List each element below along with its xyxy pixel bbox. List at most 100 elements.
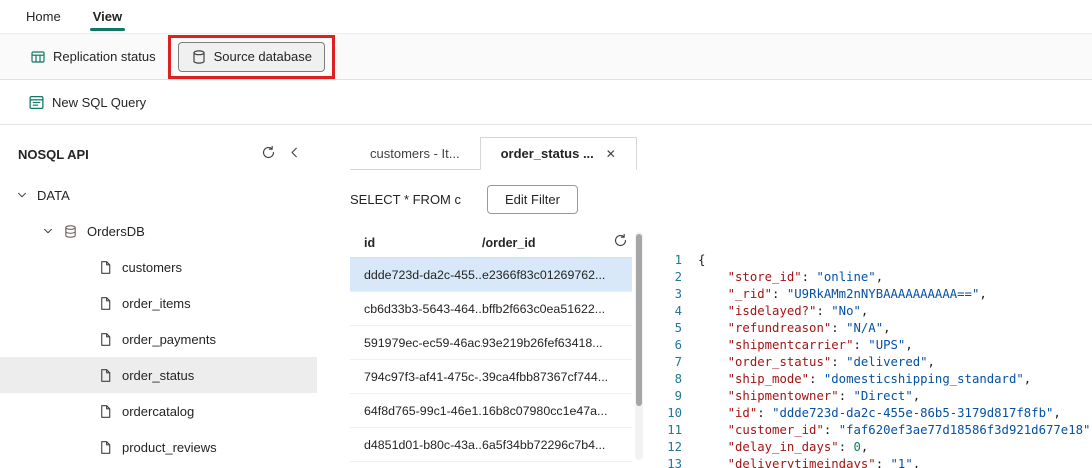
database-icon (63, 224, 78, 239)
cell-id: d4851d01-b80c-43a... (364, 437, 482, 452)
editor-line: 9 "shipmentowner": "Direct", (662, 388, 1092, 405)
table-row[interactable]: d4851d01-b80c-43a... 6a5f34bb72296c7b4... (350, 428, 632, 462)
sidebar-item-order-items[interactable]: order_items (0, 285, 317, 321)
table-row[interactable]: ddde723d-da2c-455... e2366f83c01269762... (350, 258, 632, 292)
chevron-left-icon (288, 146, 301, 162)
chevron-down-icon[interactable] (16, 189, 28, 201)
table-row[interactable]: 64f8d765-99c1-46e1... 16b8c07980cc1e47a..… (350, 394, 632, 428)
tab-order-status[interactable]: order_status ... ✕ (479, 137, 637, 170)
tree-item-label: order_items (122, 295, 191, 311)
sidebar-item-customers[interactable]: customers (0, 249, 317, 285)
sidebar-item-product-reviews[interactable]: product_reviews (0, 429, 317, 465)
line-number: 3 (674, 287, 682, 301)
sidebar-item-ordersdb[interactable]: OrdersDB (0, 213, 317, 249)
sidebar-collapse-button[interactable] (286, 144, 303, 164)
source-database-button[interactable]: Source database (177, 41, 325, 72)
sidebar-item-data[interactable]: DATA (0, 177, 317, 213)
edit-filter-button[interactable]: Edit Filter (487, 185, 578, 214)
editor-line: 2 "store_id": "online", (662, 269, 1092, 286)
cell-order-id: e2366f83c01269762... (482, 267, 606, 282)
results-rows: ddde723d-da2c-455... e2366f83c01269762...… (350, 258, 632, 468)
results-area: id /order_id ddde723d-da2c-455... e2366f8… (350, 228, 1092, 468)
ribbon-tab-home[interactable]: Home (10, 0, 77, 33)
editor-line: 12 "delay_in_days": 0, (662, 439, 1092, 456)
filter-row: SELECT * FROM c Edit Filter (350, 185, 1092, 214)
line-number: 8 (674, 372, 682, 386)
replication-status-button[interactable]: Replication status (30, 49, 156, 65)
table-row[interactable]: cb6d33b3-5643-464... bffb2f663c0ea51622..… (350, 292, 632, 326)
line-number: 11 (667, 423, 682, 437)
content-area: NOSQL API DATA OrdersDB customers order_ite… (0, 125, 1092, 468)
cell-id: ddde723d-da2c-455... (364, 267, 482, 282)
tree-item-label: DATA (37, 187, 70, 203)
cell-order-id: 39ca4fbb87367cf744... (482, 369, 609, 384)
chevron-down-icon[interactable] (42, 225, 54, 237)
tab-customers[interactable]: customers - It... (350, 137, 480, 169)
line-number: 4 (674, 304, 682, 318)
grid-refresh-button[interactable] (613, 233, 628, 251)
sidebar-item-order-status[interactable]: order_status (0, 357, 317, 393)
editor-line: 1{ (662, 252, 1092, 269)
document-icon (98, 440, 113, 455)
new-sql-query-icon (28, 94, 45, 111)
document-tab-bar: customers - It... order_status ... ✕ (350, 137, 637, 170)
column-header-order-id: /order_id (482, 235, 536, 250)
app-window: Home View Replication status Source data… (0, 0, 1092, 468)
ribbon-tab-view[interactable]: View (77, 0, 138, 33)
cell-id: 64f8d765-99c1-46e1... (364, 403, 482, 418)
tree-item-label: product_reviews (122, 439, 217, 455)
query-toolbar: New SQL Query (0, 80, 1092, 125)
tree-item-label: OrdersDB (87, 223, 145, 239)
replication-status-label: Replication status (53, 49, 156, 64)
sidebar-title: NOSQL API (18, 146, 89, 162)
main-pane: customers - It... order_status ... ✕ SEL… (317, 125, 1092, 468)
close-icon[interactable]: ✕ (606, 147, 616, 161)
cell-order-id: 16b8c07980cc1e47a... (482, 403, 608, 418)
line-number: 13 (667, 457, 682, 468)
table-row[interactable]: 794c97f3-af41-475c-... 39ca4fbb87367cf744… (350, 360, 632, 394)
editor-line: 8 "ship_mode": "domesticshipping_standar… (662, 371, 1092, 388)
line-number: 6 (674, 338, 682, 352)
source-database-label: Source database (213, 49, 312, 64)
document-icon (98, 260, 113, 275)
tab-order-status-label: order_status ... (500, 146, 594, 161)
tree-item-label: order_status (122, 367, 195, 383)
ribbon-toolbar: Replication status Source database (0, 33, 1092, 80)
editor-line: 3 "_rid": "U9RkAMm2nNYBAAAAAAAAAA==", (662, 286, 1092, 303)
table-row[interactable]: 131c3afb-3afb-478...10bb828443f9f4-4f... (350, 462, 632, 468)
scrollbar-thumb[interactable] (636, 234, 642, 406)
table-row[interactable]: 591979ec-ec59-46ac... 93e219b26fef63418..… (350, 326, 632, 360)
editor-line: 5 "refundreason": "N/A", (662, 320, 1092, 337)
tree-item-label: order_payments (122, 331, 216, 347)
ribbon-tab-home-label: Home (26, 9, 61, 24)
json-editor[interactable]: 1{2 "store_id": "online", 3 "_rid": "U9Rk… (652, 228, 1092, 468)
sidebar-item-order-payments[interactable]: order_payments (0, 321, 317, 357)
table-scrollbar[interactable] (635, 232, 643, 460)
sidebar-refresh-button[interactable] (259, 143, 278, 165)
grid-header: id /order_id (350, 228, 632, 258)
document-icon (98, 404, 113, 419)
new-sql-query-button[interactable]: New SQL Query (28, 94, 146, 111)
replication-status-icon (30, 49, 46, 65)
annotation-highlight-box: Source database (167, 34, 335, 79)
editor-line: 11 "customer_id": "faf620ef3ae77d18586f3… (662, 422, 1092, 439)
document-icon (98, 296, 113, 311)
cell-order-id: bffb2f663c0ea51622... (482, 301, 606, 316)
tree-item-label: customers (122, 259, 182, 275)
document-icon (98, 368, 113, 383)
sidebar-item-ordercatalog[interactable]: ordercatalog (0, 393, 317, 429)
cell-id: 591979ec-ec59-46ac... (364, 335, 482, 350)
sidebar: NOSQL API DATA OrdersDB customers order_ite… (0, 125, 317, 468)
document-icon (98, 332, 113, 347)
line-number: 5 (674, 321, 682, 335)
ribbon-tab-bar: Home View (0, 0, 1092, 33)
ribbon-tab-view-label: View (92, 9, 123, 24)
line-number: 2 (674, 270, 682, 284)
cell-order-id: 93e219b26fef63418... (482, 335, 603, 350)
query-text: SELECT * FROM c (350, 192, 462, 207)
refresh-icon (261, 145, 276, 163)
editor-line: 10 "id": "ddde723d-da2c-455e-86b5-3179d8… (662, 405, 1092, 422)
editor-line: 6 "shipmentcarrier": "UPS", (662, 337, 1092, 354)
cell-id: cb6d33b3-5643-464... (364, 301, 482, 316)
tree-item-label: ordercatalog (122, 403, 195, 419)
